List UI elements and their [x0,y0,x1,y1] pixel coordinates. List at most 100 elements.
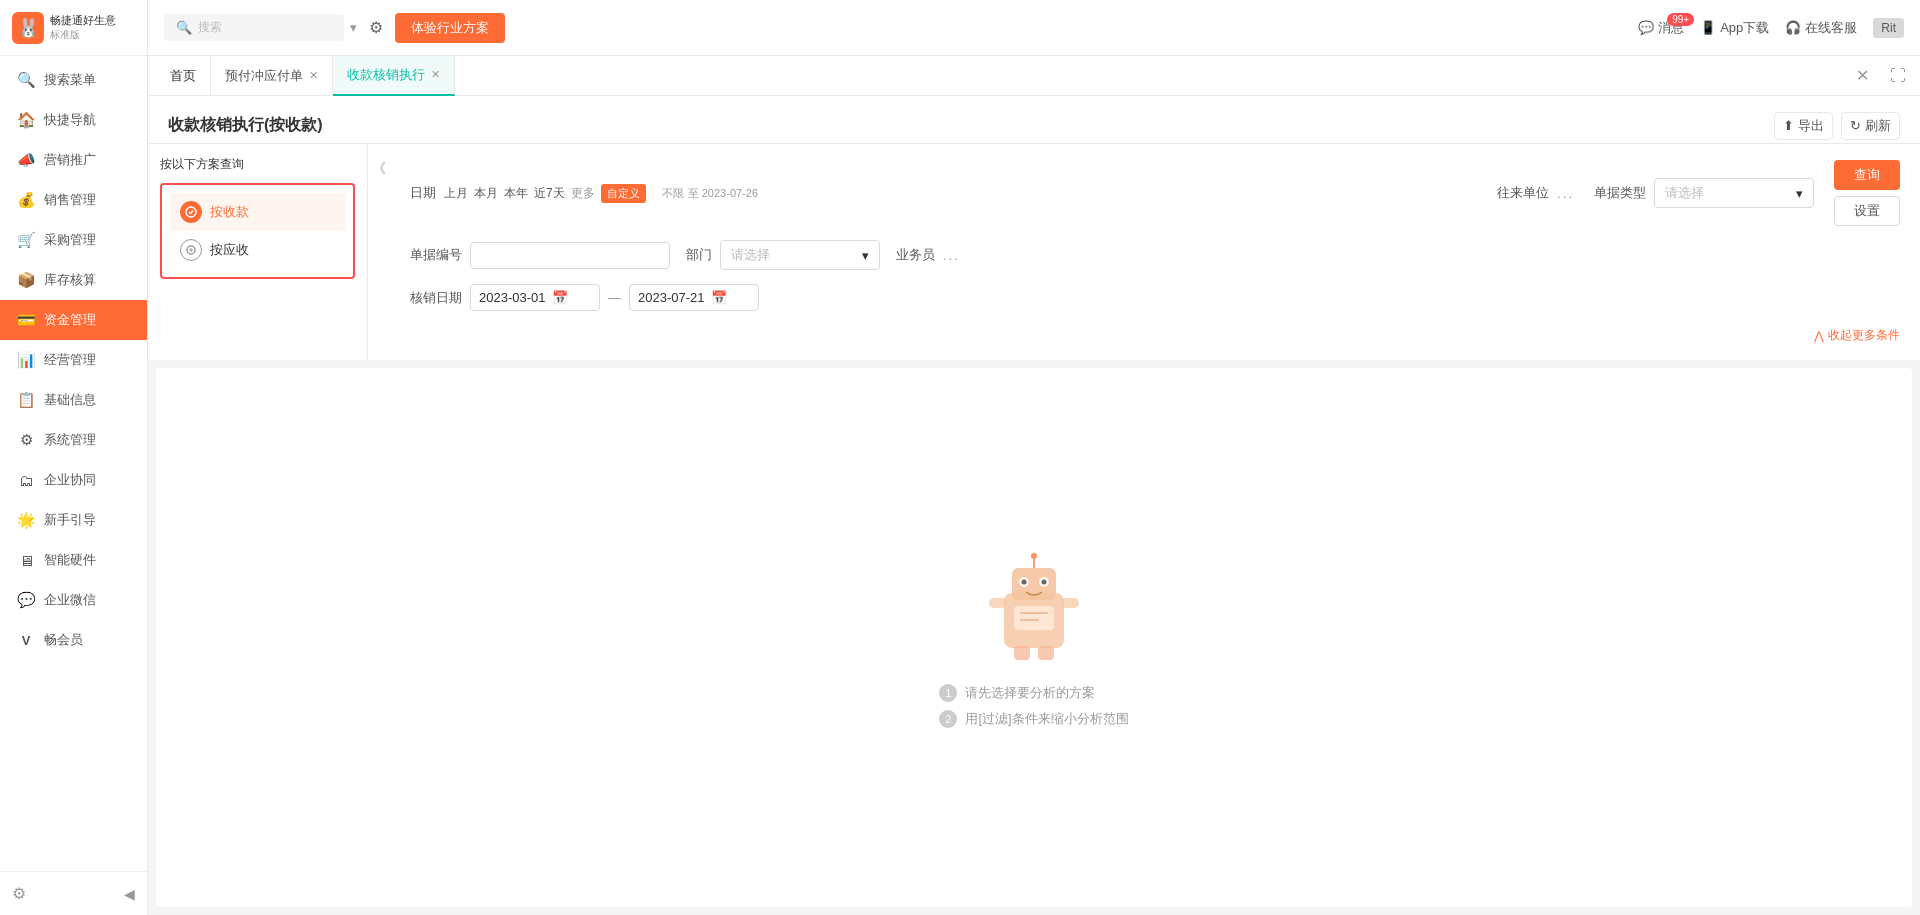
tab-collection-close[interactable]: ✕ [431,68,440,81]
enterprise-icon: 🗂 [16,470,36,490]
app-download-button[interactable]: 📱 App下载 [1700,19,1769,37]
date-field: 日期 上月 本月 本年 近7天 更多 自定义 [410,184,646,203]
doc-type-field: 单据类型 请选择 ▾ [1594,178,1814,208]
calendar-end-icon: 📅 [711,290,727,305]
svg-point-6 [1022,579,1027,584]
sidebar-item-quick-nav[interactable]: 🏠 快捷导航 [0,100,147,140]
sidebar-item-inventory[interactable]: 📦 库存核算 [0,260,147,300]
filter-row-2: 单据编号 部门 请选择 ▾ 业务员 ... [410,240,1900,270]
sidebar-item-system[interactable]: ⚙ 系统管理 [0,420,147,460]
tab-actions: ✕ ⛶ [1848,62,1912,90]
staff-field: 业务员 ... [896,246,960,264]
empty-state: 1 请先选择要分析的方案 2 用[过滤]条件来缩小分析范围 [156,368,1912,907]
verify-date-end-input[interactable]: 2023-07-21 📅 [629,284,759,311]
finance-icon: 💳 [16,310,36,330]
tab-prepay-close[interactable]: ✕ [309,69,318,82]
app-icon: 📱 [1700,20,1716,35]
verify-date-start-input[interactable]: 2023-03-01 📅 [470,284,600,311]
sidebar-item-guide[interactable]: 🌟 新手引导 [0,500,147,540]
svg-rect-13 [1038,646,1054,660]
basic-icon: 📋 [16,390,36,410]
user-info[interactable]: Rit [1873,20,1904,35]
topbar-right: 💬 消息 99+ 📱 App下载 🎧 在线客服 Rit [1638,19,1904,37]
message-button[interactable]: 💬 消息 99+ [1638,19,1684,37]
member-icon: V [16,630,36,650]
sidebar-gear-icon[interactable]: ⚙ [12,884,26,903]
refresh-button[interactable]: ↻ 刷新 [1841,112,1900,140]
date-last-month[interactable]: 上月 [444,185,468,202]
export-icon: ⬆ [1783,118,1794,133]
topbar-gear-icon[interactable]: ⚙ [369,18,383,37]
staff-dots[interactable]: ... [943,248,960,263]
svg-rect-14 [1014,606,1054,630]
sidebar-item-basic[interactable]: 📋 基础信息 [0,380,147,420]
filter-collapse-button[interactable]: 《 [368,156,390,182]
by-receivable-icon [180,239,202,261]
filter-right-panel: 日期 上月 本月 本年 近7天 更多 自定义 不限 至 [390,144,1920,360]
counterparty-label: 往来单位 [1497,184,1549,202]
empty-tips: 1 请先选择要分析的方案 2 用[过滤]条件来缩小分析范围 [939,684,1128,728]
tab-expand-btn[interactable]: ⛶ [1884,62,1912,90]
sidebar-item-finance[interactable]: 💳 资金管理 [0,300,147,340]
sidebar-logo: 🐰 畅捷通好生意 标准版 [0,0,147,56]
tab-home[interactable]: 首页 [156,56,211,96]
verify-date-field: 核销日期 2023-03-01 📅 — 2023-07-21 📅 [410,284,759,311]
date-to: 至 2023-07-26 [688,186,758,201]
tab-collection[interactable]: 收款核销执行 ✕ [333,56,455,96]
sidebar-item-operation[interactable]: 📊 经营管理 [0,340,147,380]
sidebar-item-sales[interactable]: 💰 销售管理 [0,180,147,220]
filter-option-by-receivable[interactable]: 按应收 [170,231,345,269]
svg-rect-12 [1014,646,1030,660]
main-content: 🔍 搜索 ▾ ⚙ 体验行业方案 💬 消息 99+ 📱 App下载 🎧 在线客服 … [148,0,1920,915]
search-icon: 🔍 [176,20,192,35]
sidebar-item-member[interactable]: V 畅会员 [0,620,147,660]
by-collection-icon [180,201,202,223]
date-this-year[interactable]: 本年 [504,185,528,202]
sidebar-collapse-btn[interactable]: ◀ [124,886,135,902]
tab-prepay[interactable]: 预付冲应付单 ✕ [211,56,333,96]
sidebar-item-hardware[interactable]: 🖥 智能硬件 [0,540,147,580]
solution-button[interactable]: 体验行业方案 [395,13,505,43]
date-custom[interactable]: 自定义 [601,184,646,203]
sidebar-item-marketing[interactable]: 📣 营销推广 [0,140,147,180]
topbar-dropdown-icon[interactable]: ▾ [350,20,357,35]
counterparty-field: 往来单位 ... [1497,184,1574,202]
collapse-arrow-icon: ⋀ [1814,329,1824,343]
export-button[interactable]: ⬆ 导出 [1774,112,1833,140]
dept-field: 部门 请选择 ▾ [686,240,880,270]
dept-select-arrow: ▾ [862,248,869,263]
date-more[interactable]: 更多 [571,185,595,202]
query-button[interactable]: 查询 [1834,160,1900,190]
doc-type-select[interactable]: 请选择 ▾ [1654,178,1814,208]
date-7days[interactable]: 近7天 [534,185,565,202]
doc-no-input[interactable] [470,242,670,269]
inventory-icon: 📦 [16,270,36,290]
tab-close-all-btn[interactable]: ✕ [1848,62,1876,90]
sidebar-item-wechat[interactable]: 💬 企业微信 [0,580,147,620]
message-badge: 99+ [1667,13,1694,26]
dept-select[interactable]: 请选择 ▾ [720,240,880,270]
svg-point-7 [1042,579,1047,584]
svg-point-9 [1031,553,1037,559]
empty-illustration [974,548,1094,668]
collapse-more-button[interactable]: ⋀ 收起更多条件 [1814,327,1900,344]
page-content: 收款核销执行(按收款) ⬆ 导出 ↻ 刷新 按以下方案查询 [148,96,1920,915]
sidebar-item-enterprise[interactable]: 🗂 企业协同 [0,460,147,500]
date-this-month[interactable]: 本月 [474,185,498,202]
message-icon: 💬 [1638,20,1654,35]
online-service-button[interactable]: 🎧 在线客服 [1785,19,1857,37]
counterparty-dots[interactable]: ... [1557,186,1574,201]
sidebar-item-purchase[interactable]: 🛒 采购管理 [0,220,147,260]
verify-date-label: 核销日期 [410,289,462,307]
sidebar-item-search[interactable]: 🔍 搜索菜单 [0,60,147,100]
refresh-icon: ↻ [1850,118,1861,133]
wechat-icon: 💬 [16,590,36,610]
settings-button[interactable]: 设置 [1834,196,1900,226]
collapse-more-row: ⋀ 收起更多条件 [410,319,1900,344]
filter-area: 按以下方案查询 按收款 [148,144,1920,360]
tip-num-2: 2 [939,710,957,728]
guide-icon: 🌟 [16,510,36,530]
sidebar: 🐰 畅捷通好生意 标准版 🔍 搜索菜单 🏠 快捷导航 📣 营销推广 💰 销售管理… [0,0,148,915]
topbar-search-box[interactable]: 🔍 搜索 [164,14,344,41]
filter-option-by-collection[interactable]: 按收款 [170,193,345,231]
